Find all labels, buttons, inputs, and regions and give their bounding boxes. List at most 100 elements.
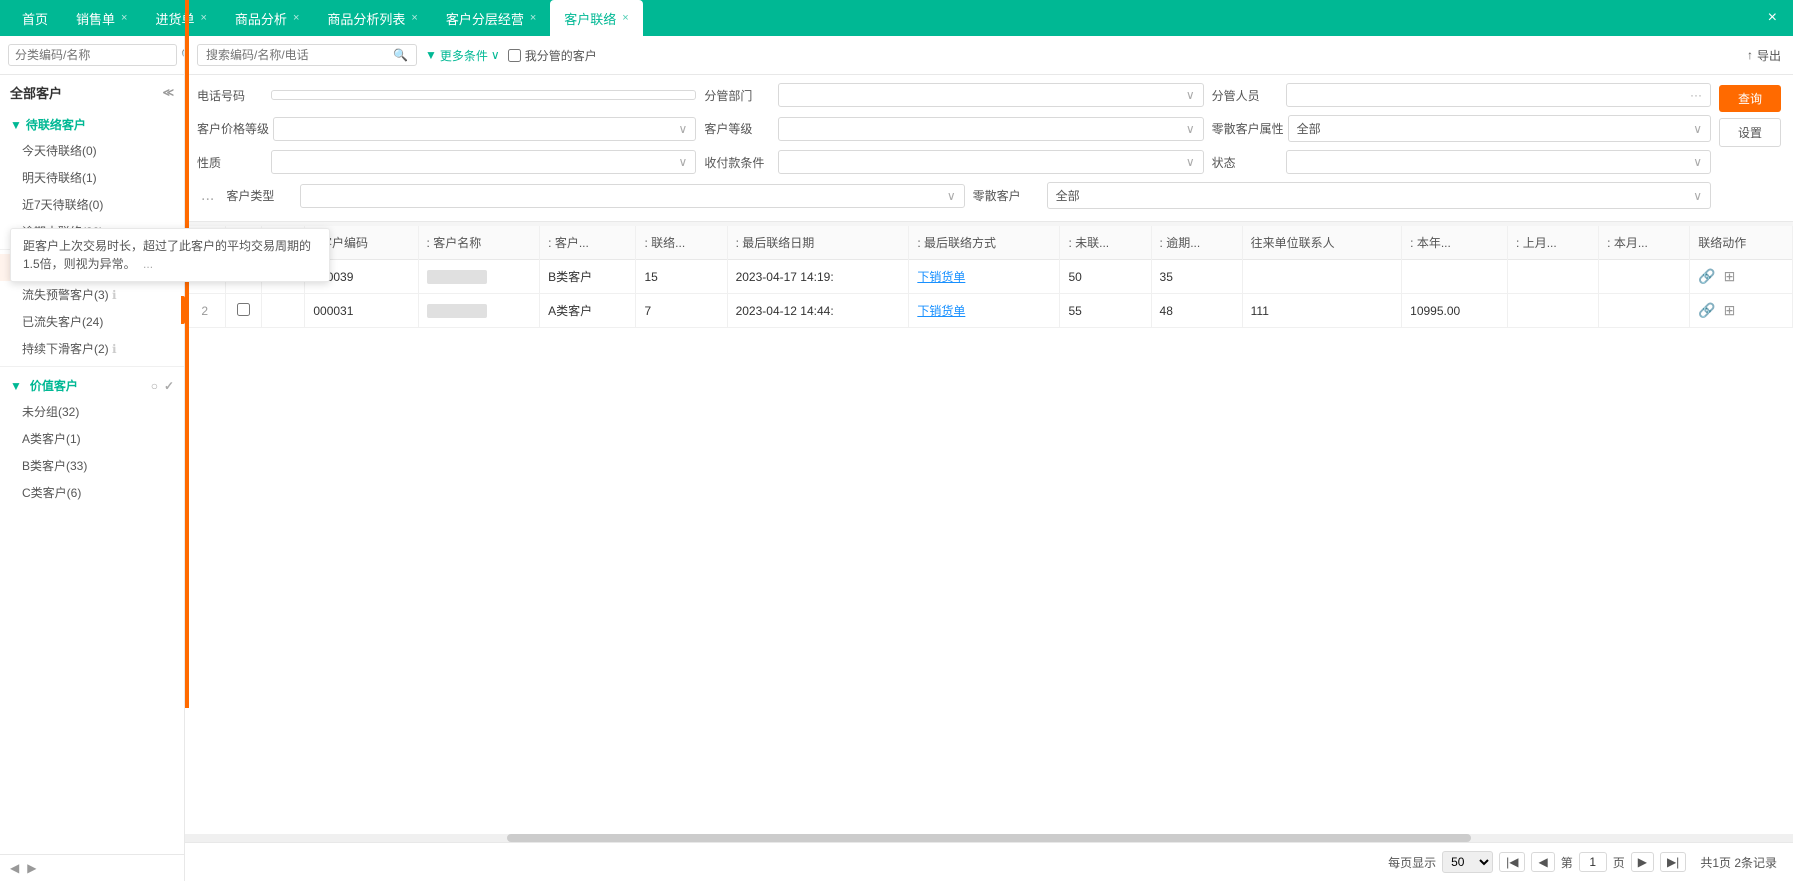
level-select[interactable]: ∨	[778, 117, 1203, 141]
cell-last-contact-method[interactable]: 下销货单	[909, 260, 1060, 294]
chevron-down-status: ∨	[1693, 155, 1702, 169]
my-customers-label: 我分管的客户	[525, 47, 597, 64]
next-page-button[interactable]: ▶	[1631, 852, 1654, 872]
sidebar-item-7days[interactable]: 近7天待联络(0)	[0, 191, 184, 218]
cell-category: A类客户	[540, 294, 636, 328]
first-page-button[interactable]: |◀	[1499, 852, 1525, 872]
nav-customer-tier[interactable]: 客户分层经营 ×	[432, 0, 550, 36]
close-customer-tier-tab[interactable]: ×	[530, 12, 536, 24]
sidebar-item-class-c[interactable]: C类客户(6)	[0, 479, 184, 506]
sidebar-group-pending[interactable]: ▼ 待联络客户	[0, 110, 184, 137]
cell-check[interactable]	[225, 294, 261, 328]
sidebar-item-class-b[interactable]: B类客户(33)	[0, 452, 184, 479]
total-records-label: 共1页 2条记录	[1700, 854, 1777, 871]
customer-name-blurred	[427, 304, 487, 318]
more-dots[interactable]: ...	[201, 187, 214, 205]
close-customer-contact-tab[interactable]: ×	[622, 12, 628, 24]
link-action-icon[interactable]: 🔗	[1698, 268, 1715, 285]
main-search-icon[interactable]: 🔍	[393, 48, 408, 62]
nav-home[interactable]: 首页	[8, 0, 62, 36]
main-search-input[interactable]	[206, 48, 389, 62]
sidebar-item-declining[interactable]: 持续下滑客户(2) ℹ	[0, 335, 184, 362]
contact-method-link[interactable]: 下销货单	[917, 270, 965, 284]
value-group-label: 价值客户	[30, 377, 78, 394]
gender-select[interactable]: ∨	[271, 150, 696, 174]
price-level-select[interactable]: ∨	[273, 117, 696, 141]
tooltip-more[interactable]: ...	[143, 257, 153, 271]
data-table-area: ⚙ : 客户编码 : 客户名称 : 客户... : 联络...	[185, 226, 1793, 834]
sidebar-search-input[interactable]	[8, 44, 177, 66]
phone-input[interactable]	[271, 90, 696, 100]
page-suffix-label: 页	[1613, 854, 1625, 871]
cell-last-contact-date: 2023-04-17 14:19:	[727, 260, 909, 294]
col-uncontacted: : 未联...	[1060, 226, 1151, 260]
status-select[interactable]: ∨	[1286, 150, 1711, 174]
sidebar-search-area: 🔍	[0, 36, 184, 75]
sidebar-next-icon[interactable]: ▶	[27, 861, 36, 875]
arrow-icon: ▼	[10, 118, 22, 132]
pending-group-label: 待联络客户	[26, 116, 86, 133]
per-page-label: 每页显示	[1388, 854, 1436, 871]
customer-type-select[interactable]: ∨	[300, 184, 964, 208]
col-this-month: : 本月...	[1599, 226, 1690, 260]
sidebar-item-today[interactable]: 今天待联络(0)	[0, 137, 184, 164]
last-page-button[interactable]: ▶|	[1660, 852, 1686, 872]
cell-last-contact-method[interactable]: 下销货单	[909, 294, 1060, 328]
my-customers-checkbox[interactable]	[508, 49, 521, 62]
filter-conditions-area: 电话号码 分管部门 ∨	[185, 75, 1793, 222]
scrollbar-thumb	[507, 834, 1472, 842]
sidebar-item-tomorrow[interactable]: 明天待联络(1)	[0, 164, 184, 191]
collapse-icon[interactable]: ≪	[162, 86, 174, 99]
query-button[interactable]: 查询	[1719, 85, 1781, 112]
close-product-list-tab[interactable]: ×	[411, 12, 417, 24]
more-conditions-button[interactable]: ▼ 更多条件 ∨	[425, 47, 500, 64]
close-product-analysis-tab[interactable]: ×	[293, 12, 299, 24]
export-button[interactable]: ↑ 导出	[1747, 47, 1781, 64]
prev-page-button[interactable]: ◀	[1531, 852, 1554, 872]
nav-customer-contact[interactable]: 客户联络 ×	[550, 0, 642, 36]
nav-product-analysis-list[interactable]: 商品分析列表 ×	[313, 0, 431, 36]
close-window-button[interactable]: ×	[1760, 9, 1785, 27]
retail-customer-select[interactable]: 全部 ∨	[1047, 182, 1711, 209]
cell-this-year: 10995.00	[1402, 294, 1508, 328]
info-icon3: ℹ	[112, 342, 117, 356]
sidebar-item-unclassified[interactable]: 未分组(32)	[0, 398, 184, 425]
cell-last-contact-date: 2023-04-12 14:44:	[727, 294, 909, 328]
cell-name	[418, 294, 540, 328]
grid-action-icon[interactable]: ⊞	[1724, 268, 1736, 285]
horizontal-scrollbar[interactable]	[185, 834, 1793, 842]
retail-attr-select[interactable]: 全部 ∨	[1288, 115, 1711, 142]
price-level-label: 客户价格等级	[197, 120, 269, 137]
payment-select[interactable]: ∨	[778, 150, 1203, 174]
person-label: 分管人员	[1212, 87, 1282, 104]
nav-purchase[interactable]: 进货单 ×	[141, 0, 220, 36]
filter-bar: 🔍 ▼ 更多条件 ∨ 我分管的客户 ↑ 导出	[185, 36, 1793, 75]
sidebar-item-churned[interactable]: 已流失客户(24)	[0, 308, 184, 335]
person-select[interactable]: ···	[1286, 83, 1711, 107]
row-checkbox-1[interactable]	[237, 303, 250, 316]
dept-select[interactable]: ∨	[778, 83, 1203, 107]
close-purchase-tab[interactable]: ×	[200, 12, 206, 24]
sidebar-prev-icon[interactable]: ◀	[10, 861, 19, 875]
cell-last-month	[1508, 294, 1599, 328]
col-category: : 客户...	[540, 226, 636, 260]
link-action-icon[interactable]: 🔗	[1698, 302, 1715, 319]
col-contact: : 联络...	[636, 226, 727, 260]
filter-row-4: ... 客户类型 ∨ 零散客户 全部 ∨	[197, 182, 1711, 209]
col-last-month: : 上月...	[1508, 226, 1599, 260]
settings-button[interactable]: 设置	[1719, 118, 1781, 147]
sidebar-group-value[interactable]: ▼ 价值客户 ○ ✓	[0, 371, 184, 398]
contact-method-link[interactable]: 下销货单	[917, 304, 965, 318]
col-action: 联络动作	[1690, 226, 1793, 260]
sidebar-item-churn-warning[interactable]: 流失预警客户(3) ℹ	[0, 281, 184, 308]
nav-sales[interactable]: 销售单 ×	[62, 0, 141, 36]
sidebar-item-class-a[interactable]: A类客户(1)	[0, 425, 184, 452]
per-page-select[interactable]: 50 100 200	[1442, 851, 1493, 873]
edit-icon[interactable]: ○	[151, 379, 158, 393]
check-icon[interactable]: ✓	[164, 379, 174, 393]
all-customers-section[interactable]: 全部客户 ≪	[0, 75, 184, 110]
nav-product-analysis[interactable]: 商品分析 ×	[221, 0, 313, 36]
table-row: 1 000039 B类客户 15 2023-04-17 14:19: 下销货单 …	[185, 260, 1793, 294]
close-sales-tab[interactable]: ×	[121, 12, 127, 24]
grid-action-icon[interactable]: ⊞	[1724, 302, 1736, 319]
